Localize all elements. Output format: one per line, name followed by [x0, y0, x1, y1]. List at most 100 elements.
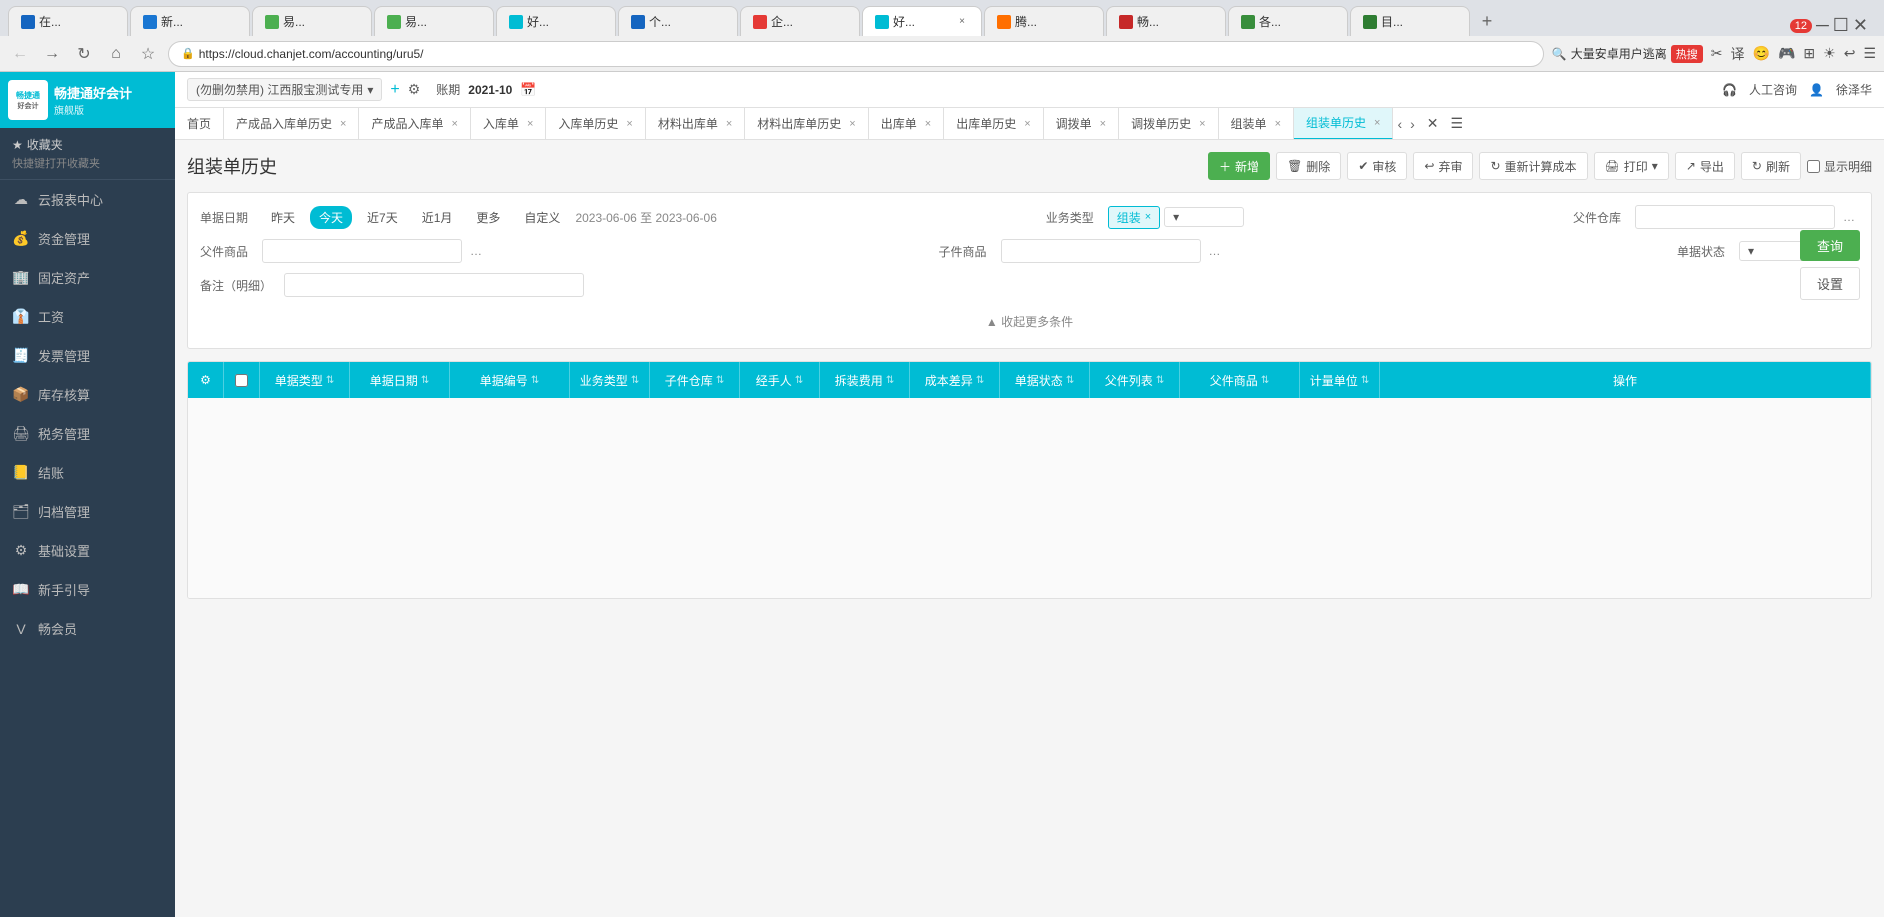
th-doc-number[interactable]: 单据编号 ⇅	[450, 362, 570, 398]
close-tab-transfer-history[interactable]: ×	[1199, 118, 1205, 130]
query-button[interactable]: 查询	[1800, 230, 1860, 261]
new-tab-button[interactable]: +	[1472, 6, 1502, 36]
biz-type-dropdown[interactable]: ▾	[1164, 207, 1244, 227]
add-button[interactable]: ＋ 新增	[1208, 152, 1270, 180]
home-button[interactable]: ⌂	[104, 42, 128, 66]
date-btn-yesterday[interactable]: 昨天	[262, 206, 304, 229]
select-all-checkbox[interactable]	[235, 374, 248, 387]
sidebar-item-fixed-assets[interactable]: 🏢 固定资产	[0, 258, 175, 297]
th-doc-type[interactable]: 单据类型 ⇅	[260, 362, 350, 398]
biz-type-tag-close[interactable]: ×	[1145, 211, 1151, 223]
close-tab-instock[interactable]: ×	[527, 118, 533, 130]
tab-menu-button[interactable]: ☰	[1447, 115, 1468, 132]
settings-button[interactable]: 设置	[1800, 267, 1860, 300]
maximize-button[interactable]: ☐	[1833, 15, 1849, 36]
th-cost-diff[interactable]: 成本差异 ⇅	[910, 362, 1000, 398]
settings-gear-icon[interactable]: ⚙	[408, 81, 421, 98]
note-input[interactable]	[284, 273, 584, 297]
sidebar-item-guide[interactable]: 📖 新手引导	[0, 570, 175, 609]
browser-tab-3[interactable]: 易...	[252, 6, 372, 36]
approve-button[interactable]: ✔ 审核	[1347, 152, 1407, 180]
close-tab-material-out-history[interactable]: ×	[849, 118, 855, 130]
date-btn-1month[interactable]: 近1月	[413, 206, 462, 229]
sidebar-item-tax[interactable]: 🖨 税务管理	[0, 414, 175, 453]
sidebar-item-payroll[interactable]: 👔 工资	[0, 297, 175, 336]
browser-tab-12[interactable]: 目...	[1350, 6, 1470, 36]
th-child-warehouse[interactable]: 子件仓库 ⇅	[650, 362, 740, 398]
game-icon[interactable]: 🎮	[1778, 45, 1795, 62]
abandon-button[interactable]: ↩ 弃审	[1413, 152, 1473, 180]
close-tab-instock-history[interactable]: ×	[626, 118, 632, 130]
page-tab-instock[interactable]: 入库单 ×	[471, 108, 546, 140]
tab-scroll-right[interactable]: ›	[1406, 116, 1419, 132]
page-tab-material-out-history[interactable]: 材料出库单历史 ×	[745, 108, 868, 140]
close-tab-finished-instock-history[interactable]: ×	[340, 118, 346, 130]
close-tab-assembly[interactable]: ×	[1275, 118, 1281, 130]
page-tab-transfer-history[interactable]: 调拨单历史 ×	[1119, 108, 1218, 140]
close-tab-finished-instock[interactable]: ×	[451, 118, 457, 130]
date-btn-more[interactable]: 更多	[467, 206, 509, 229]
browser-tab-2[interactable]: 新...	[130, 6, 250, 36]
page-tab-assembly[interactable]: 组装单 ×	[1219, 108, 1294, 140]
page-tab-transfer[interactable]: 调拨单 ×	[1044, 108, 1119, 140]
page-tab-assembly-history[interactable]: 组装单历史 ×	[1294, 108, 1393, 140]
th-settings[interactable]: ⚙	[188, 362, 224, 398]
menu-icon[interactable]: ☰	[1863, 45, 1876, 62]
parent-goods-input[interactable]	[262, 239, 462, 263]
close-window-button[interactable]: ✕	[1853, 15, 1868, 36]
page-tab-outstock[interactable]: 出库单 ×	[869, 108, 944, 140]
browser-tab-1[interactable]: 在...	[8, 6, 128, 36]
th-doc-date[interactable]: 单据日期 ⇅	[350, 362, 450, 398]
print-button[interactable]: 🖨 打印 ▾	[1594, 152, 1669, 180]
browser-tab-5[interactable]: 好...	[496, 6, 616, 36]
sidebar-item-settings[interactable]: ⚙ 基础设置	[0, 531, 175, 570]
close-tab-material-out[interactable]: ×	[726, 118, 732, 130]
tab-scroll-left[interactable]: ‹	[1393, 116, 1406, 132]
browser-tab-11[interactable]: 各...	[1228, 6, 1348, 36]
th-doc-status[interactable]: 单据状态 ⇅	[1000, 362, 1090, 398]
browser-tab-6[interactable]: 个...	[618, 6, 738, 36]
calendar-icon[interactable]: 📅	[520, 82, 536, 98]
scissors-icon[interactable]: ✂	[1711, 45, 1723, 62]
child-goods-ellipsis[interactable]: …	[1205, 244, 1225, 258]
close-all-tabs-button[interactable]: ✕	[1419, 115, 1447, 132]
refresh-button[interactable]: ↻ 刷新	[1741, 152, 1801, 180]
export-button[interactable]: ↗ 导出	[1675, 152, 1735, 180]
browser-tab-9[interactable]: 腾...	[984, 6, 1104, 36]
th-person[interactable]: 经手人 ⇅	[740, 362, 820, 398]
user-avatar-icon[interactable]: 👤	[1809, 83, 1824, 97]
date-btn-7days[interactable]: 近7天	[358, 206, 407, 229]
sidebar-item-invoice[interactable]: 🧾 发票管理	[0, 336, 175, 375]
back-button[interactable]: ←	[8, 42, 32, 66]
translate-icon[interactable]: 译	[1731, 44, 1745, 64]
browser-tab-4[interactable]: 易...	[374, 6, 494, 36]
child-goods-input[interactable]	[1001, 239, 1201, 263]
parent-warehouse-ellipsis[interactable]: …	[1839, 210, 1859, 224]
company-selector[interactable]: (勿删勿禁用) 江西服宝测试专用 ▾	[187, 78, 382, 101]
close-tab-outstock-history[interactable]: ×	[1024, 118, 1030, 130]
page-tab-finished-instock[interactable]: 产成品入库单 ×	[359, 108, 470, 140]
brightness-icon[interactable]: ☀	[1823, 45, 1836, 62]
close-tab-transfer[interactable]: ×	[1100, 118, 1106, 130]
parent-warehouse-input[interactable]	[1635, 205, 1835, 229]
sidebar-item-inventory[interactable]: 📦 库存核算	[0, 375, 175, 414]
emoji-icon[interactable]: 😊	[1753, 45, 1770, 62]
sidebar-favorites[interactable]: ★ 收藏夹 快捷键打开收藏夹	[0, 128, 175, 180]
th-checkbox[interactable]	[224, 362, 260, 398]
th-parent-goods[interactable]: 父件商品 ⇅	[1180, 362, 1300, 398]
show-detail-checkbox[interactable]	[1807, 160, 1820, 173]
browser-tab-10[interactable]: 畅...	[1106, 6, 1226, 36]
page-tab-material-out[interactable]: 材料出库单 ×	[646, 108, 745, 140]
tab-close-8[interactable]: ×	[955, 15, 969, 29]
delete-button[interactable]: 🗑 删除	[1276, 152, 1341, 180]
th-unit[interactable]: 计量单位 ⇅	[1300, 362, 1380, 398]
recalc-button[interactable]: ↻ 重新计算成本	[1479, 152, 1587, 180]
page-tab-instock-history[interactable]: 入库单历史 ×	[546, 108, 645, 140]
sidebar-item-fund[interactable]: 💰 资金管理	[0, 219, 175, 258]
page-tab-home[interactable]: 首页	[175, 108, 224, 140]
sidebar-item-close-account[interactable]: 📒 结账	[0, 453, 175, 492]
bookmark-button[interactable]: ☆	[136, 42, 160, 66]
grid-icon[interactable]: ⊞	[1803, 45, 1815, 62]
th-parent-list[interactable]: 父件列表 ⇅	[1090, 362, 1180, 398]
minimize-button[interactable]: ─	[1816, 15, 1829, 36]
